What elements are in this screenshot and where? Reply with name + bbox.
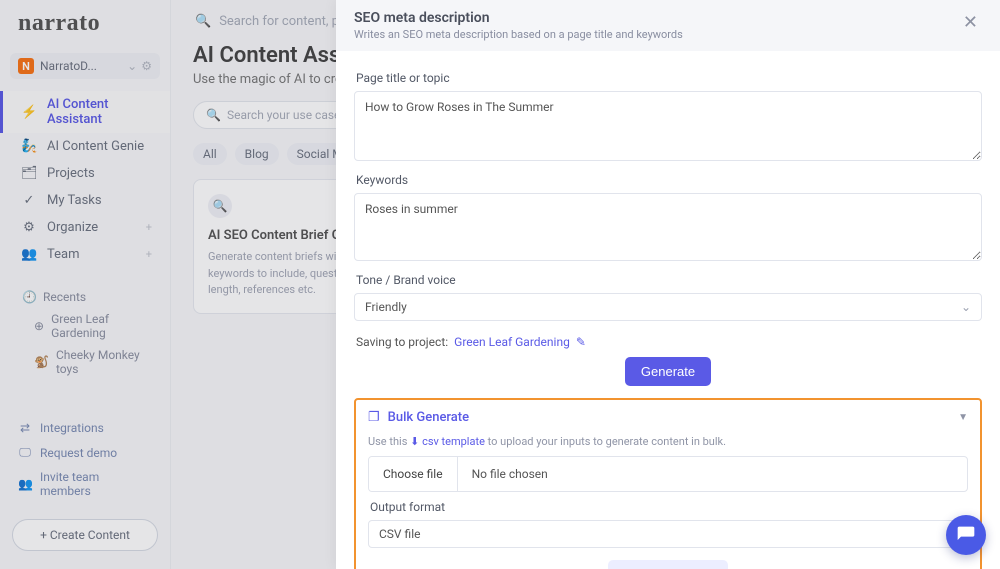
chevron-down-icon: ⌄ [127, 59, 137, 73]
file-name-display: No file chosen [458, 457, 967, 491]
recents: 🕘 Recents ⊕ Green Leaf Gardening 🐒 Cheek… [0, 286, 170, 380]
invite-icon: 👥 [18, 477, 32, 491]
chevron-down-icon: ⌄ [961, 300, 971, 314]
recent-item-cheeky-monkey[interactable]: 🐒 Cheeky Monkey toys [8, 344, 162, 380]
workspace-selector[interactable]: N NarratoD... ⌄ ⚙ [10, 53, 160, 79]
tag-all[interactable]: All [193, 143, 227, 165]
folder-icon: 🗂 [21, 166, 37, 181]
clock-icon: 🕘 [22, 290, 37, 304]
tone-value: Friendly [365, 300, 407, 314]
sidebar-item-label: My Tasks [47, 193, 102, 208]
sidebar-item-organize[interactable]: ⚙ Organize + [0, 214, 170, 241]
check-icon: ✓ [21, 193, 37, 208]
usecase-search-placeholder: Search your use case [227, 108, 340, 122]
close-icon[interactable]: ✕ [959, 10, 982, 35]
csv-template-link[interactable]: ⬇ csv template [410, 435, 485, 448]
sidebar-item-projects[interactable]: 🗂 Projects [0, 160, 170, 187]
modal-subtitle: Writes an SEO meta description based on … [354, 28, 959, 41]
edit-icon[interactable]: ✎ [576, 335, 586, 349]
output-format-label: Output format [370, 500, 968, 514]
sidebar-footer: ⇄ Integrations 🖵 Request demo 👥 Invite t… [0, 408, 170, 511]
project-name: Green Leaf Gardening [454, 335, 570, 349]
generate-button[interactable]: Generate [625, 357, 711, 386]
sidebar-item-label: Organize [47, 220, 98, 235]
workspace-initial: N [18, 58, 34, 74]
settings-icon: ⚙ [21, 220, 37, 235]
gear-icon[interactable]: ⚙ [141, 59, 152, 73]
project-selector[interactable]: Green Leaf Gardening ✎ [454, 335, 586, 349]
integrations-link[interactable]: ⇄ Integrations [18, 416, 152, 440]
puzzle-icon: ⇄ [18, 421, 32, 435]
saving-label: Saving to project: [356, 335, 448, 349]
team-icon: 👥 [21, 247, 37, 262]
duplicate-icon: ❐ [368, 410, 380, 425]
sidebar-item-ai-content-assistant[interactable]: ⚡ AI Content Assistant [0, 91, 170, 133]
sidebar-item-team[interactable]: 👥 Team + [0, 241, 170, 268]
sidebar-nav: ⚡ AI Content Assistant 🧞 AI Content Geni… [0, 89, 170, 270]
chat-fab[interactable] [946, 515, 986, 555]
recent-item-green-leaf[interactable]: ⊕ Green Leaf Gardening [8, 308, 162, 344]
create-content-button[interactable]: + Create Content [12, 519, 158, 551]
plus-icon: + [146, 221, 152, 234]
search-icon: 🔍 [206, 108, 221, 122]
file-input-row: Choose file No file chosen [368, 456, 968, 492]
sidebar-item-label: Team [47, 247, 80, 262]
chat-icon [956, 525, 976, 545]
sidebar-item-label: Projects [47, 166, 95, 181]
bulk-generate-button[interactable]: ❐ Bulk Generate [608, 560, 727, 569]
invite-link[interactable]: 👥 Invite team members [18, 465, 152, 503]
recent-item-label: Cheeky Monkey toys [56, 348, 148, 376]
workspace-name: NarratoD... [40, 59, 127, 73]
keywords-input[interactable] [354, 193, 982, 261]
recent-item-label: Green Leaf Gardening [51, 312, 148, 340]
tag-blog[interactable]: Blog [235, 143, 279, 165]
keywords-label: Keywords [356, 173, 982, 187]
choose-file-button[interactable]: Choose file [369, 457, 458, 491]
sidebar-item-ai-content-genie[interactable]: 🧞 AI Content Genie [0, 133, 170, 160]
sidebar-item-label: AI Content Assistant [47, 97, 152, 127]
modal-header: SEO meta description Writes an SEO meta … [336, 0, 1000, 51]
triangle-down-icon: ▼ [958, 412, 968, 423]
bulk-generate-header[interactable]: ❐ Bulk Generate ▼ [368, 410, 968, 425]
project-icon: ⊕ [34, 319, 44, 333]
plus-icon: + [146, 248, 152, 261]
tone-select[interactable]: Friendly ⌄ [354, 293, 982, 321]
bulk-note: Use this ⬇ csv template to upload your i… [368, 435, 968, 448]
project-icon: 🐒 [34, 355, 49, 369]
search-icon: 🔍 [195, 14, 211, 29]
page-title-label: Page title or topic [356, 71, 982, 85]
bulk-generate-section: ❐ Bulk Generate ▼ Use this ⬇ csv templat… [354, 398, 982, 569]
modal-body: Page title or topic Keywords Tone / Bran… [336, 51, 1000, 569]
tone-label: Tone / Brand voice [356, 273, 982, 287]
search-icon: 🔍 [208, 194, 232, 218]
seo-meta-modal: SEO meta description Writes an SEO meta … [336, 0, 1000, 569]
request-demo-link[interactable]: 🖵 Request demo [18, 440, 152, 465]
bolt-icon: ⚡ [21, 105, 37, 120]
bulk-generate-title: Bulk Generate [388, 410, 469, 425]
output-format-select[interactable]: CSV file ⌄ [368, 520, 968, 548]
saving-row: Saving to project: Green Leaf Gardening … [356, 335, 980, 349]
sidebar: narrato N NarratoD... ⌄ ⚙ ⚡ AI Content A… [0, 0, 171, 569]
recents-heading: 🕘 Recents [8, 286, 162, 308]
logo: narrato [0, 10, 170, 49]
genie-icon: 🧞 [21, 139, 37, 154]
output-format-value: CSV file [379, 527, 420, 541]
monitor-icon: 🖵 [18, 445, 32, 460]
modal-title: SEO meta description [354, 10, 959, 26]
sidebar-item-my-tasks[interactable]: ✓ My Tasks [0, 187, 170, 214]
page-title-input[interactable] [354, 91, 982, 161]
sidebar-item-label: AI Content Genie [47, 139, 144, 154]
